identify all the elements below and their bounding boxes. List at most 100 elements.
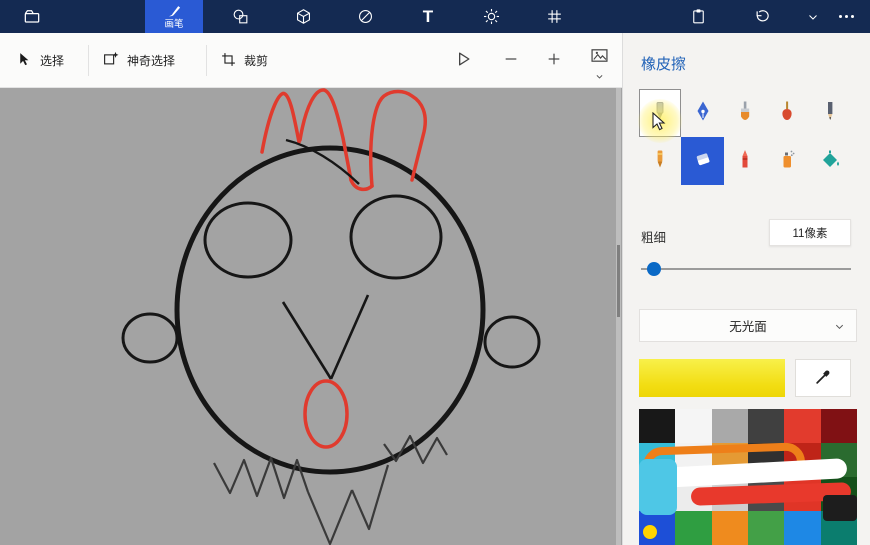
undo-icon	[752, 7, 771, 26]
canvas-scrollbar-thumb[interactable]	[617, 245, 620, 317]
drawing-canvas[interactable]	[0, 88, 622, 545]
palette-color[interactable]	[711, 477, 748, 511]
sticker-icon	[356, 7, 375, 26]
toolbar-divider	[88, 45, 89, 76]
palette-color[interactable]	[711, 409, 748, 443]
select-label: 选择	[40, 54, 65, 68]
watercolor-brush-icon	[775, 99, 799, 128]
brush-side-panel: 橡皮擦 粗细 11像素 无光面	[622, 33, 870, 545]
palette-color[interactable]	[675, 409, 712, 443]
plus-icon	[546, 51, 562, 72]
tab-canvas[interactable]	[523, 0, 585, 33]
thickness-slider[interactable]	[641, 259, 851, 279]
toolbar-expand-button[interactable]	[800, 0, 826, 33]
tab-2d-shapes[interactable]	[209, 0, 271, 33]
tab-brushes[interactable]: 画笔	[145, 0, 203, 33]
palette-color[interactable]	[639, 477, 676, 511]
tool-oil-brush[interactable]	[724, 89, 766, 137]
thickness-value-box[interactable]: 11像素	[769, 219, 851, 246]
slider-thumb[interactable]	[647, 262, 661, 276]
tool-crayon[interactable]	[724, 137, 766, 185]
preview-button[interactable]	[450, 48, 476, 74]
select-button[interactable]: 选择	[16, 33, 64, 88]
tool-marker[interactable]	[639, 89, 682, 137]
zoom-in-button[interactable]	[541, 48, 567, 74]
palette-color[interactable]	[711, 443, 748, 477]
palette-color[interactable]	[639, 443, 676, 477]
crop-icon	[220, 51, 237, 71]
select-arrow-icon	[16, 51, 33, 71]
finish-dropdown[interactable]: 无光面	[639, 309, 857, 342]
eraser-icon	[691, 147, 715, 176]
fill-bucket-icon	[818, 147, 842, 176]
crop-button[interactable]: 裁剪	[220, 33, 268, 88]
palette-color[interactable]	[639, 511, 676, 545]
palette-color[interactable]	[711, 511, 748, 545]
canvas-view-expand-button[interactable]	[592, 71, 606, 83]
magic-select-button[interactable]: 神奇选择	[102, 33, 175, 88]
eyedropper-icon	[814, 367, 833, 389]
cube-icon	[294, 7, 313, 26]
palette-color[interactable]	[820, 409, 857, 443]
panel-title: 橡皮擦	[641, 56, 687, 73]
undo-button[interactable]	[744, 0, 778, 33]
menu-button[interactable]	[10, 0, 54, 33]
tab-3d-shapes[interactable]	[272, 0, 334, 33]
magic-select-icon	[102, 50, 120, 71]
sun-icon	[482, 7, 501, 26]
palette-color[interactable]	[820, 511, 857, 545]
tool-pixel-pen[interactable]	[639, 137, 681, 185]
tool-spray-can[interactable]	[766, 137, 808, 185]
magic-select-label: 神奇选择	[127, 54, 176, 68]
2d-shapes-icon	[231, 7, 250, 26]
palette-color[interactable]	[784, 477, 821, 511]
minus-icon	[503, 51, 519, 72]
spray-can-icon	[775, 147, 799, 176]
more-button[interactable]	[830, 0, 862, 33]
slider-track[interactable]	[641, 268, 851, 270]
tool-calligraphy-pen[interactable]	[681, 89, 723, 137]
palette-color[interactable]	[784, 409, 821, 443]
palette-color[interactable]	[675, 443, 712, 477]
brush-tools-grid	[639, 89, 851, 185]
menu-icon	[22, 7, 42, 27]
toolbar-divider	[206, 45, 207, 76]
chevron-down-icon	[595, 68, 604, 86]
paste-icon	[689, 7, 708, 26]
canvas-scrollbar[interactable]	[616, 88, 621, 545]
ribbon-toolbar: 选择 神奇选择 裁剪	[0, 33, 622, 88]
tab-text[interactable]: T	[397, 0, 459, 33]
calligraphy-pen-icon	[691, 99, 715, 128]
zoom-out-button[interactable]	[498, 48, 524, 74]
palette-color[interactable]	[784, 511, 821, 545]
palette-color[interactable]	[639, 409, 676, 443]
palette-color[interactable]	[820, 443, 857, 477]
tool-watercolor-brush[interactable]	[766, 89, 808, 137]
play-icon	[453, 49, 473, 74]
paste-button[interactable]	[681, 0, 715, 33]
canvas-drawing	[121, 88, 541, 545]
palette-color[interactable]	[820, 477, 857, 511]
more-icon	[838, 15, 854, 18]
palette-color[interactable]	[747, 409, 785, 443]
palette-color[interactable]	[747, 477, 785, 511]
tab-effects[interactable]	[460, 0, 522, 33]
tool-fill-bucket[interactable]	[809, 137, 851, 185]
palette-color[interactable]	[747, 443, 785, 477]
chevron-down-icon	[807, 11, 819, 23]
palette-color[interactable]	[784, 443, 821, 477]
eyedropper-button[interactable]	[795, 359, 851, 397]
paint3d-window: 画笔 T 选择 神奇选择 裁剪 橡皮擦 粗细 11像素 无光面	[0, 0, 870, 545]
current-color-swatch[interactable]	[639, 359, 785, 397]
tool-pencil[interactable]	[809, 89, 851, 137]
top-menu-bar: 画笔 T	[0, 0, 870, 33]
tab-brushes-label: 画笔	[164, 19, 184, 30]
palette-color[interactable]	[675, 511, 712, 545]
tool-eraser[interactable]	[681, 137, 724, 185]
canvas-icon	[545, 7, 564, 26]
chevron-down-icon	[834, 321, 845, 335]
palette-color[interactable]	[747, 511, 785, 545]
palette-color[interactable]	[675, 477, 712, 511]
pencil-icon	[818, 99, 842, 128]
tab-stickers[interactable]	[334, 0, 396, 33]
